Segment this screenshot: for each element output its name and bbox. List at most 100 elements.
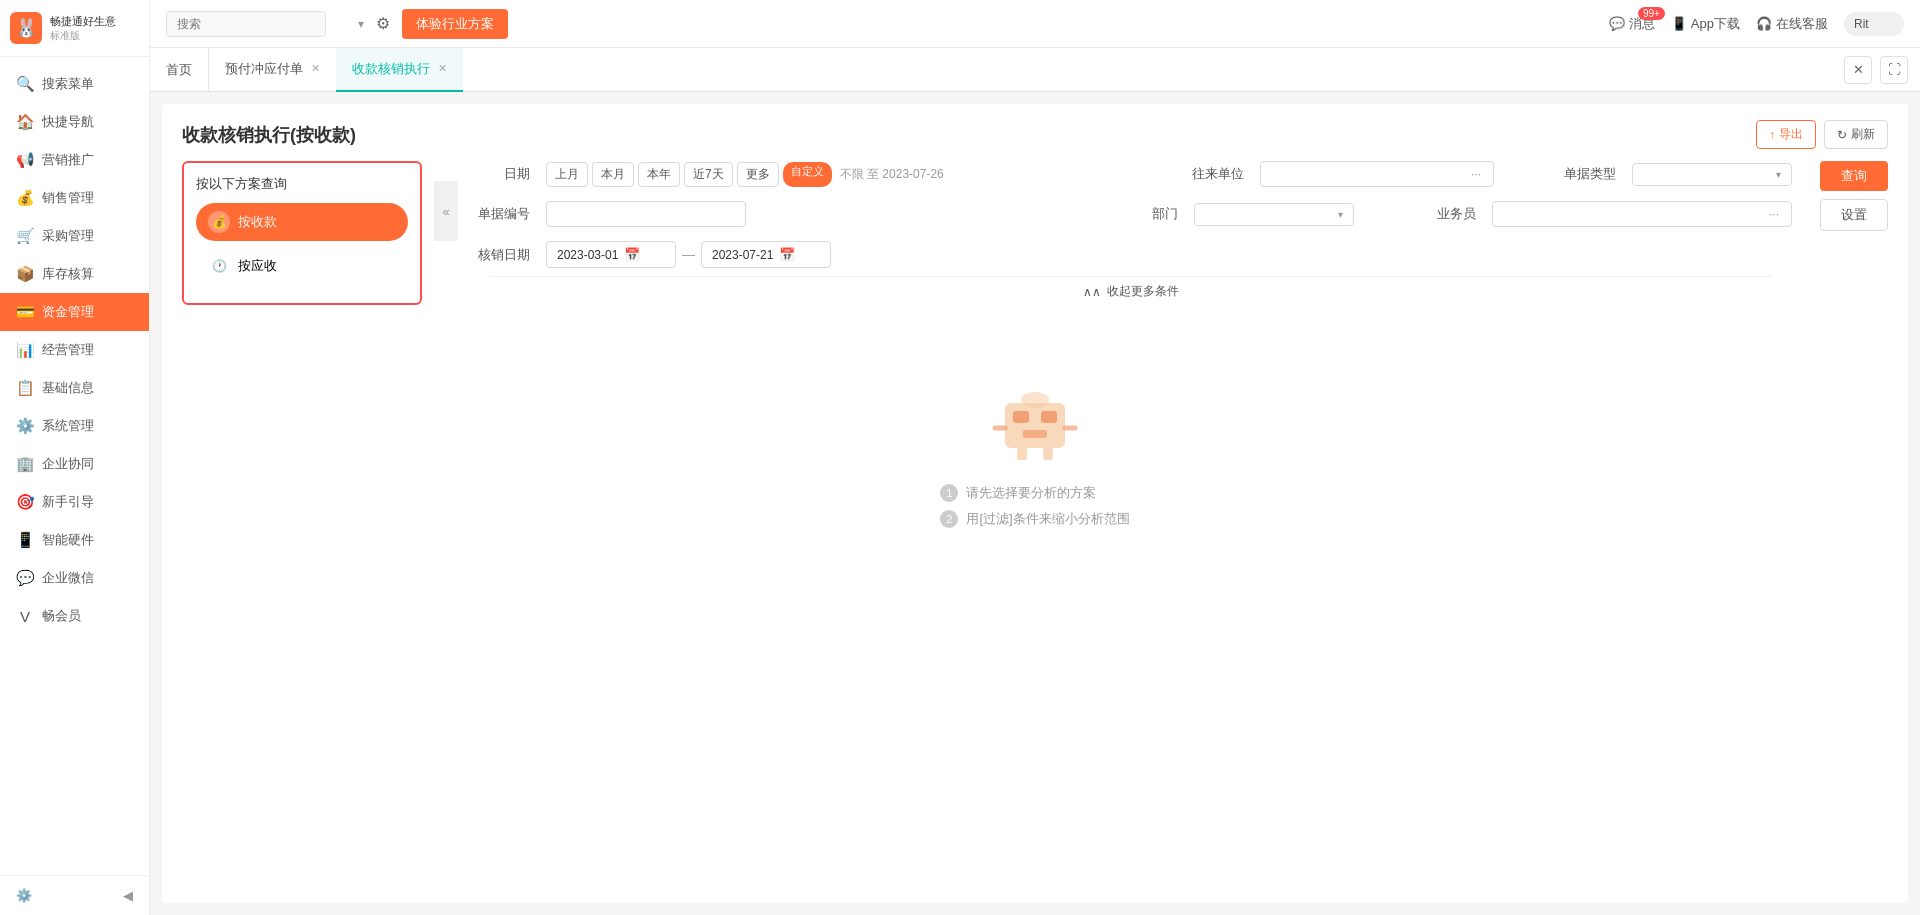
sidebar-item-basic[interactable]: 📋基础信息 [0, 369, 149, 407]
tabbar: 首页 预付冲应付单 ✕ 收款核销执行 ✕ ✕ ⛶ [150, 48, 1920, 92]
query-actions: 查询 设置 [1820, 161, 1888, 231]
date-btn-7days[interactable]: 近7天 [684, 162, 733, 187]
member-icon: V [16, 607, 34, 625]
sidebar-nav: 🔍搜索菜单 🏠快捷导航 📢营销推广 💰销售管理 🛒采购管理 📦库存核算 💳资金管… [0, 57, 149, 875]
guide-icon: 🎯 [16, 493, 34, 511]
staff-input[interactable]: ··· [1492, 201, 1792, 227]
user-avatar[interactable]: Rit [1844, 12, 1904, 36]
funds-icon: 💳 [16, 303, 34, 321]
sidebar-footer: ⚙️ ◀ [0, 875, 149, 915]
tab-fullscreen-button[interactable]: ⛶ [1880, 56, 1908, 84]
doc-type-select[interactable]: ▾ [1632, 163, 1792, 186]
business-icon: 📊 [16, 341, 34, 359]
sidebar-item-inventory[interactable]: 📦库存核算 [0, 255, 149, 293]
tab-receipt-verify[interactable]: 收款核销执行 ✕ [336, 48, 463, 92]
topbar-search-input[interactable] [166, 11, 326, 37]
sidebar-item-marketing[interactable]: 📢营销推广 [0, 141, 149, 179]
dept-select[interactable]: ▾ [1194, 203, 1354, 226]
date-filter-group: 上月 本月 本年 近7天 更多 自定义 不限 至 2023-07-26 [546, 162, 944, 187]
main-area: ▾ ⚙ 体验行业方案 💬 消息 99+ 📱 App下载 🎧 在线客服 Rit 首 [150, 0, 1920, 915]
svg-rect-1 [1013, 411, 1029, 423]
filter-by-receivable[interactable]: 🕐 按应收 [196, 247, 408, 285]
search-icon: 🔍 [16, 75, 34, 93]
brand-name: 畅捷通好生意 标准版 [50, 14, 116, 41]
date-quick-buttons: 上月 本月 本年 近7天 更多 自定义 [546, 162, 832, 187]
topbar-gear-icon[interactable]: ⚙ [376, 14, 390, 33]
topbar: ▾ ⚙ 体验行业方案 💬 消息 99+ 📱 App下载 🎧 在线客服 Rit [150, 0, 1920, 48]
app-download-button[interactable]: 📱 App下载 [1671, 15, 1740, 33]
collapse-up-icon: ∧∧ [1083, 285, 1101, 299]
tab-prepay[interactable]: 预付冲应付单 ✕ [209, 48, 336, 92]
tab-prepay-close[interactable]: ✕ [311, 62, 320, 75]
collapse-sidebar-btn[interactable]: ◀ [123, 888, 133, 903]
export-button[interactable]: ↑ 导出 [1756, 120, 1816, 149]
topbar-chevron-icon[interactable]: ▾ [358, 17, 364, 31]
home-icon: 🏠 [16, 113, 34, 131]
date-btn-more[interactable]: 更多 [737, 162, 779, 187]
verify-date-group: 2023-03-01 📅 — 2023-07-21 📅 [546, 241, 831, 268]
svg-point-6 [1021, 392, 1049, 408]
date-btn-this-month[interactable]: 本月 [592, 162, 634, 187]
tab-receipt-verify-close[interactable]: ✕ [438, 62, 447, 75]
settings-icon[interactable]: ⚙️ [16, 888, 32, 903]
hint-num-2: 2 [940, 510, 958, 528]
setting-button[interactable]: 设置 [1820, 199, 1888, 231]
filter-by-receipt[interactable]: 💰 按收款 [196, 203, 408, 241]
empty-state: 1 请先选择要分析的方案 2 用[过滤]条件来缩小分析范围 [162, 318, 1908, 588]
doc-type-label: 单据类型 [1556, 165, 1616, 183]
verify-date-start[interactable]: 2023-03-01 📅 [546, 241, 676, 268]
basic-icon: 📋 [16, 379, 34, 397]
system-icon: ⚙️ [16, 417, 34, 435]
date-custom-tag[interactable]: 自定义 [783, 162, 832, 187]
tabbar-controls: ✕ ⛶ [1832, 56, 1920, 84]
sidebar-item-wechat[interactable]: 💬企业微信 [0, 559, 149, 597]
verify-date-end[interactable]: 2023-07-21 📅 [701, 241, 831, 268]
date-btn-last-month[interactable]: 上月 [546, 162, 588, 187]
filter-row-3: 核销日期 2023-03-01 📅 — 2023-07-21 📅 [470, 241, 1792, 268]
filter-rows: 日期 上月 本月 本年 近7天 更多 自定义 不限 至 [470, 161, 1792, 268]
sidebar-item-system[interactable]: ⚙️系统管理 [0, 407, 149, 445]
dept-label: 部门 [1118, 205, 1178, 223]
sidebar-item-quick-nav[interactable]: 🏠快捷导航 [0, 103, 149, 141]
sidebar-item-enterprise[interactable]: 🏢企业协同 [0, 445, 149, 483]
refresh-button[interactable]: ↻ 刷新 [1824, 120, 1888, 149]
date-btn-this-year[interactable]: 本年 [638, 162, 680, 187]
sidebar-item-funds[interactable]: 💳资金管理 [0, 293, 149, 331]
filter-scheme-title: 按以下方案查询 [196, 175, 408, 193]
sidebar-item-sales[interactable]: 💰销售管理 [0, 179, 149, 217]
topbar-search-area [166, 11, 346, 37]
topbar-actions: 💬 消息 99+ 📱 App下载 🎧 在线客服 Rit [1609, 12, 1904, 36]
query-button[interactable]: 查询 [1820, 161, 1888, 191]
empty-hint-2: 2 用[过滤]条件来缩小分析范围 [940, 510, 1129, 528]
message-badge: 99+ [1638, 7, 1665, 20]
sidebar-item-member[interactable]: V畅会员 [0, 597, 149, 635]
by-receivable-icon: 🕐 [208, 255, 230, 277]
sidebar-item-search[interactable]: 🔍搜索菜单 [0, 65, 149, 103]
sales-icon: 💰 [16, 189, 34, 207]
sidebar-item-hardware[interactable]: 📱智能硬件 [0, 521, 149, 559]
svg-rect-2 [1041, 411, 1057, 423]
date-separator: — [682, 247, 695, 262]
sidebar-header: 🐰 畅捷通好生意 标准版 [0, 0, 149, 57]
filter-row-2: 单据编号 部门 ▾ 业务员 ··· [470, 201, 1792, 227]
doc-no-label: 单据编号 [470, 205, 530, 223]
date-range-text: 不限 至 2023-07-26 [840, 166, 944, 183]
collapse-filter-btn[interactable]: « [434, 181, 458, 241]
tab-close-all-button[interactable]: ✕ [1844, 56, 1872, 84]
export-icon: ↑ [1769, 128, 1775, 142]
sidebar-item-business[interactable]: 📊经营管理 [0, 331, 149, 369]
sidebar-item-purchase[interactable]: 🛒采购管理 [0, 217, 149, 255]
solution-button[interactable]: 体验行业方案 [402, 9, 508, 39]
sidebar-item-guide[interactable]: 🎯新手引导 [0, 483, 149, 521]
page-container: 收款核销执行(按收款) ↑ 导出 ↻ 刷新 按以下方案 [162, 104, 1908, 903]
app-logo: 🐰 [10, 12, 42, 44]
date-label: 日期 [470, 165, 530, 183]
partner-input[interactable]: ··· [1260, 161, 1494, 187]
message-button[interactable]: 💬 消息 99+ [1609, 15, 1655, 33]
calendar-end-icon: 📅 [779, 247, 795, 262]
online-service-button[interactable]: 🎧 在线客服 [1756, 15, 1828, 33]
tab-home[interactable]: 首页 [150, 48, 209, 92]
hint-num-1: 1 [940, 484, 958, 502]
doc-no-input[interactable] [546, 201, 746, 227]
collapse-more-btn[interactable]: ∧∧ 收起更多条件 [490, 276, 1772, 306]
